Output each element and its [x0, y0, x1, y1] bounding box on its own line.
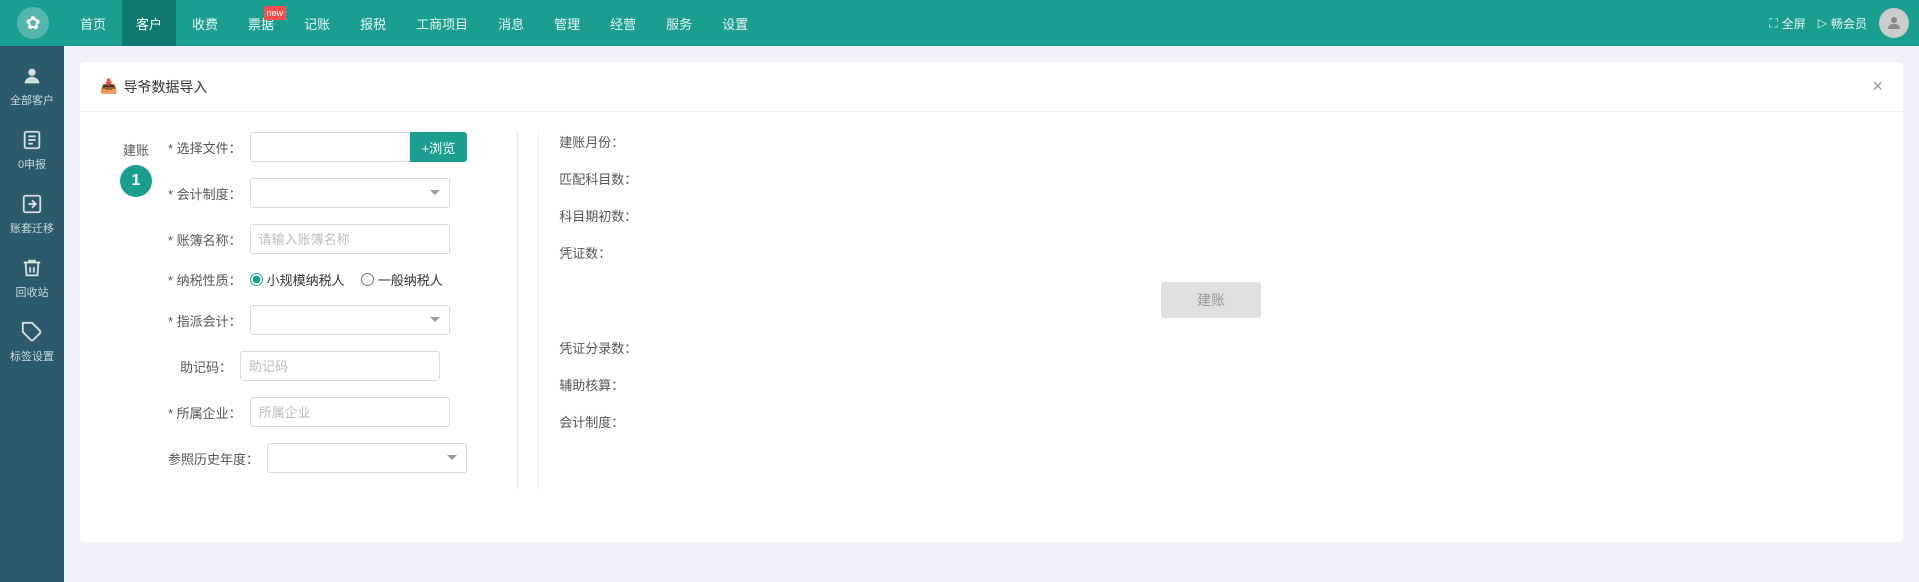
- form-row-assign-accountant: * 指派会计：: [168, 305, 467, 335]
- account-migration-icon: [20, 192, 44, 216]
- content-area: 📥 导爷数据导入 × 建账 1 * 选择文件：: [64, 46, 1919, 582]
- memo-label: 助记码：: [168, 357, 240, 376]
- zero-declaration-icon: [20, 128, 44, 152]
- panel-header: 📥 导爷数据导入 ×: [80, 62, 1903, 112]
- sidebar: 全部客户 0申报 账套迁移 回收站 标签设置: [0, 46, 64, 582]
- divider: [517, 132, 518, 489]
- recycle-bin-icon: [20, 256, 44, 280]
- label-settings-icon: [20, 320, 44, 344]
- auxiliary-accounting-label: 辅助核算：: [559, 375, 649, 394]
- right-row-accounting-system: 会计制度：: [559, 412, 1863, 431]
- nav-item-invoices[interactable]: 票据 new: [234, 0, 288, 46]
- play-icon: ▷: [1818, 16, 1827, 30]
- form-row-reference-year: 参照历史年度：: [168, 443, 467, 473]
- browse-button[interactable]: +浏览: [410, 132, 468, 162]
- panel-body: 建账 1 * 选择文件： +浏览: [80, 112, 1903, 519]
- fullscreen-icon: ⛶: [1769, 16, 1777, 31]
- ledger-name-input[interactable]: [250, 224, 450, 254]
- step-section: 建账 1 * 选择文件： +浏览: [120, 132, 467, 489]
- accounting-system-label: * 会计制度：: [168, 184, 250, 203]
- step-circle: 1: [120, 165, 152, 197]
- file-input-group: +浏览: [250, 132, 468, 162]
- nav-item-fees[interactable]: 收费: [178, 0, 232, 46]
- voucher-entries-label: 凭证分录数：: [559, 338, 649, 357]
- step-form: * 选择文件： +浏览 * 会计制度：: [168, 132, 467, 489]
- affiliated-company-input[interactable]: [250, 397, 450, 427]
- right-row-build-month: 建账月份：: [559, 132, 1863, 151]
- sidebar-item-zero-declaration[interactable]: 0申报: [0, 118, 64, 182]
- right-accounting-system-label: 会计制度：: [559, 412, 649, 431]
- panel-title-icon: 📥: [100, 78, 117, 95]
- close-button[interactable]: ×: [1872, 76, 1883, 97]
- right-row-auxiliary-accounting: 辅助核算：: [559, 375, 1863, 394]
- sidebar-item-recycle-bin[interactable]: 回收站: [0, 246, 64, 310]
- member-button[interactable]: ▷ 畅会员: [1818, 15, 1867, 32]
- nav-item-settings[interactable]: 设置: [708, 0, 762, 46]
- right-row-initial-balance: 科目期初数：: [559, 206, 1863, 225]
- fullscreen-button[interactable]: ⛶ 全屏: [1769, 15, 1805, 32]
- right-row-match-subjects: 匹配科目数：: [559, 169, 1863, 188]
- main-layout: 全部客户 0申报 账套迁移 回收站 标签设置: [0, 46, 1919, 582]
- form-row-memo: 助记码：: [168, 351, 467, 381]
- right-row-voucher-count: 凭证数：: [559, 243, 1863, 262]
- form-row-file: * 选择文件： +浏览: [168, 132, 467, 162]
- radio-general-taxpayer[interactable]: 一般纳税人: [361, 270, 443, 289]
- right-row-voucher-entries: 凭证分录数：: [559, 338, 1863, 357]
- step-indicator: 建账 1: [120, 132, 152, 197]
- nav-items: 首页 客户 收费 票据 new 记账 报税 工商项目 消息 管理 经营 服务 设…: [66, 0, 1769, 46]
- new-badge: new: [264, 6, 287, 20]
- panel-title: 📥 导爷数据导入: [100, 77, 207, 97]
- nav-item-operations[interactable]: 经营: [596, 0, 650, 46]
- sidebar-item-label-settings[interactable]: 标签设置: [0, 310, 64, 374]
- build-account-button[interactable]: 建账: [1161, 282, 1261, 318]
- logo-icon: ✿: [17, 7, 49, 39]
- file-input[interactable]: [250, 132, 410, 162]
- assign-accountant-label: * 指派会计：: [168, 311, 250, 330]
- radio-small-taxpayer[interactable]: 小规模纳税人: [250, 270, 345, 289]
- form-row-tax-type: * 纳税性质： 小规模纳税人 一般纳税人: [168, 270, 467, 289]
- match-subjects-label: 匹配科目数：: [559, 169, 649, 188]
- radio-group-tax: 小规模纳税人 一般纳税人: [250, 270, 443, 289]
- top-nav: ✿ 首页 客户 收费 票据 new 记账 报税 工商项目 消息 管理 经营 服务…: [0, 0, 1919, 46]
- tax-type-label: * 纳税性质：: [168, 270, 250, 289]
- form-row-accounting-system: * 会计制度：: [168, 178, 467, 208]
- nav-item-tax[interactable]: 报税: [346, 0, 400, 46]
- affiliated-company-label: * 所属企业：: [168, 403, 250, 422]
- file-label: * 选择文件：: [168, 138, 250, 157]
- accounting-system-select[interactable]: [250, 178, 450, 208]
- nav-right: ⛶ 全屏 ▷ 畅会员: [1769, 8, 1909, 38]
- nav-item-management[interactable]: 管理: [540, 0, 594, 46]
- nav-item-home[interactable]: 首页: [66, 0, 120, 46]
- build-month-label: 建账月份：: [559, 132, 649, 151]
- step-label: 建账: [123, 140, 149, 159]
- voucher-count-label: 凭证数：: [559, 243, 649, 262]
- nav-item-messages[interactable]: 消息: [484, 0, 538, 46]
- sidebar-item-all-customers[interactable]: 全部客户: [0, 54, 64, 118]
- all-customers-icon: [20, 64, 44, 88]
- reference-year-select[interactable]: [267, 443, 467, 473]
- ledger-name-label: * 账簿名称：: [168, 230, 250, 249]
- avatar[interactable]: [1879, 8, 1909, 38]
- initial-balance-label: 科目期初数：: [559, 206, 649, 225]
- form-row-affiliated-company: * 所属企业：: [168, 397, 467, 427]
- nav-item-customers[interactable]: 客户: [122, 0, 176, 46]
- reference-year-label: 参照历史年度：: [168, 449, 267, 468]
- logo[interactable]: ✿: [10, 0, 56, 46]
- right-section: 建账月份： 匹配科目数： 科目期初数： 凭证数：: [538, 132, 1863, 489]
- form-row-ledger-name: * 账簿名称：: [168, 224, 467, 254]
- nav-item-services[interactable]: 服务: [652, 0, 706, 46]
- sidebar-item-account-migration[interactable]: 账套迁移: [0, 182, 64, 246]
- panel: 📥 导爷数据导入 × 建账 1 * 选择文件：: [80, 62, 1903, 542]
- memo-input[interactable]: [240, 351, 440, 381]
- nav-item-bookkeeping[interactable]: 记账: [290, 0, 344, 46]
- nav-item-business[interactable]: 工商项目: [402, 0, 482, 46]
- assign-accountant-select[interactable]: [250, 305, 450, 335]
